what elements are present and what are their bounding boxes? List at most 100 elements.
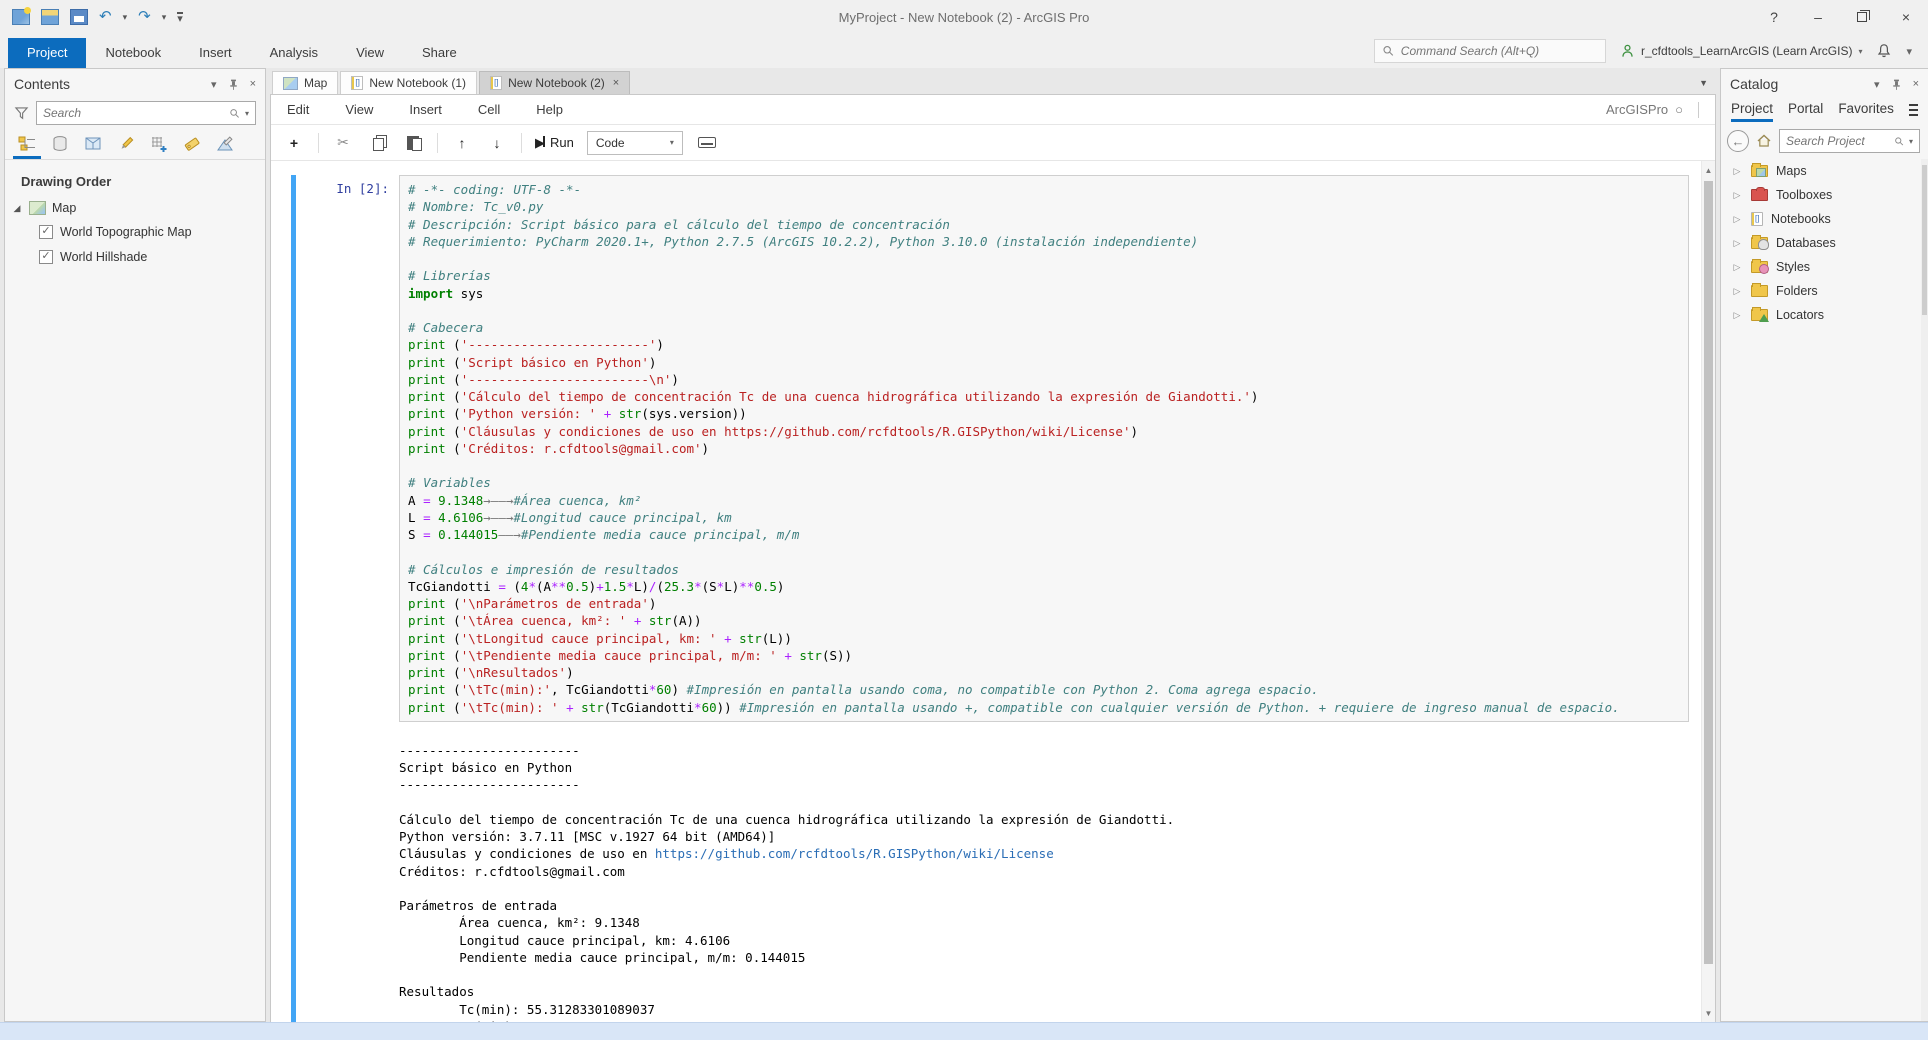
expander-collapsed-icon[interactable]: ▷ xyxy=(1731,310,1743,321)
move-cell-down-icon[interactable]: ↓ xyxy=(486,131,508,155)
document-tab-new-notebook-2-[interactable]: New Notebook (2) × xyxy=(479,71,631,94)
list-by-labeling-icon[interactable] xyxy=(178,134,206,159)
expander-collapsed-icon[interactable]: ▷ xyxy=(1731,190,1743,201)
notebook-menu-view[interactable]: View xyxy=(345,102,373,117)
catalog-item-databases[interactable]: ▷ Databases xyxy=(1721,231,1928,255)
search-options-caret-icon[interactable]: ▾ xyxy=(1909,137,1913,146)
catalog-scrollbar[interactable] xyxy=(1921,159,1928,1021)
catalog-search-input[interactable] xyxy=(1786,134,1889,148)
undo-menu-caret-icon[interactable]: ▾ xyxy=(123,12,128,23)
catalog-item-maps[interactable]: ▷ Maps xyxy=(1721,159,1928,183)
list-by-data-source-icon[interactable] xyxy=(46,134,74,159)
list-by-snapping-icon[interactable] xyxy=(145,134,173,159)
notebook-menu-cell[interactable]: Cell xyxy=(478,102,500,117)
notebook-scrollbar[interactable]: ▲ ▼ xyxy=(1701,161,1715,1022)
cell-code-editor[interactable]: # -*- coding: UTF-8 -*- # Nombre: Tc_v0.p… xyxy=(399,175,1689,722)
open-project-icon[interactable] xyxy=(41,9,59,25)
notebook-body[interactable]: In [2]: # -*- coding: UTF-8 -*- # Nombre:… xyxy=(271,161,1715,1022)
catalog-item-locators[interactable]: ▷ Locators xyxy=(1721,303,1928,327)
move-cell-up-icon[interactable]: ↑ xyxy=(451,131,473,155)
notebook-menu-insert[interactable]: Insert xyxy=(409,102,442,117)
pin-icon[interactable] xyxy=(1890,78,1903,91)
add-cell-button[interactable]: + xyxy=(283,131,305,155)
account-menu[interactable]: r_cfdtools_LearnArcGIS (Learn ArcGIS) ▾ xyxy=(1620,43,1862,59)
list-by-selection-icon[interactable] xyxy=(79,134,107,159)
expander-collapsed-icon[interactable]: ▷ xyxy=(1731,166,1743,177)
notebook-menu-help[interactable]: Help xyxy=(536,102,563,117)
command-search[interactable] xyxy=(1374,39,1607,63)
output-link[interactable]: https://github.com/rcfdtools/R.GISPython… xyxy=(655,846,1054,861)
save-project-icon[interactable] xyxy=(70,9,88,25)
command-search-input[interactable] xyxy=(1400,44,1599,58)
contents-search-box[interactable]: ▾ xyxy=(36,101,256,125)
catalog-menu-icon[interactable] xyxy=(1908,103,1918,120)
scroll-up-icon[interactable]: ▲ xyxy=(1702,166,1715,175)
maximize-button[interactable] xyxy=(1840,2,1884,32)
search-options-caret-icon[interactable]: ▾ xyxy=(245,109,249,118)
ribbon: ProjectNotebookInsertAnalysisViewShare r… xyxy=(0,34,1928,68)
expander-collapsed-icon[interactable]: ▷ xyxy=(1731,262,1743,273)
scroll-down-icon[interactable]: ▼ xyxy=(1702,1009,1715,1018)
expander-collapsed-icon[interactable]: ▷ xyxy=(1731,214,1743,225)
close-panel-icon[interactable]: × xyxy=(250,78,256,90)
document-tab-map[interactable]: Map xyxy=(272,71,339,94)
catalog-search-box[interactable]: ▾ xyxy=(1779,129,1920,153)
document-tab-new-notebook-1-[interactable]: New Notebook (1) xyxy=(340,71,478,94)
copy-cell-icon[interactable] xyxy=(367,131,389,155)
close-tab-icon[interactable]: × xyxy=(613,77,619,89)
catalog-item-folders[interactable]: ▷ Folders xyxy=(1721,279,1928,303)
catalog-tab-project[interactable]: Project xyxy=(1731,101,1774,122)
expander-expanded-icon[interactable]: ◢ xyxy=(11,203,23,214)
notebook-menu-edit[interactable]: Edit xyxy=(287,102,309,117)
run-cell-button[interactable]: ▶ Run xyxy=(535,135,574,151)
back-button[interactable]: ← xyxy=(1727,130,1749,152)
code-line: print ('------------------------\n') xyxy=(408,371,679,387)
new-project-icon[interactable] xyxy=(12,7,31,25)
home-icon[interactable] xyxy=(1755,132,1773,150)
scrollbar-thumb[interactable] xyxy=(1704,181,1713,964)
close-button[interactable]: × xyxy=(1884,2,1928,32)
scrollbar-thumb[interactable] xyxy=(1922,165,1927,315)
keyboard-shortcuts-icon[interactable] xyxy=(696,131,718,155)
catalog-tab-portal[interactable]: Portal xyxy=(1788,101,1823,122)
expander-collapsed-icon[interactable]: ▷ xyxy=(1731,238,1743,249)
minimize-button[interactable]: – xyxy=(1796,2,1840,32)
list-by-drawing-order-icon[interactable] xyxy=(13,134,41,159)
ribbon-tab-view[interactable]: View xyxy=(337,38,403,68)
catalog-item-notebooks[interactable]: ▷ Notebooks xyxy=(1721,207,1928,231)
filter-funnel-icon[interactable] xyxy=(14,106,29,121)
catalog-item-styles[interactable]: ▷ Styles xyxy=(1721,255,1928,279)
contents-search-input[interactable] xyxy=(43,106,224,120)
layer-checkbox[interactable]: ✓ xyxy=(39,249,53,264)
layer-item[interactable]: ✓ World Topographic Map xyxy=(5,219,265,244)
panel-menu-caret-icon[interactable]: ▾ xyxy=(211,78,217,91)
ribbon-tab-insert[interactable]: Insert xyxy=(180,38,251,68)
redo-icon[interactable]: ↷ xyxy=(138,9,151,25)
tab-list-caret-icon[interactable]: ▼ xyxy=(1699,78,1708,88)
code-cell[interactable]: In [2]: # -*- coding: UTF-8 -*- # Nombre:… xyxy=(291,175,1689,1022)
cut-cell-icon[interactable]: ✂ xyxy=(332,131,354,155)
customize-quick-access-icon[interactable]: ▾ xyxy=(177,11,183,24)
ribbon-tab-analysis[interactable]: Analysis xyxy=(251,38,337,68)
cell-type-select[interactable]: Code ▾ xyxy=(586,130,683,155)
pin-icon[interactable] xyxy=(227,78,240,91)
layer-item[interactable]: ✓ World Hillshade xyxy=(5,244,265,269)
list-by-charts-icon[interactable] xyxy=(211,134,239,159)
list-by-editing-icon[interactable] xyxy=(112,134,140,159)
ribbon-tab-project[interactable]: Project xyxy=(8,38,87,68)
undo-icon[interactable]: ↶ xyxy=(99,9,112,25)
close-panel-icon[interactable]: × xyxy=(1913,78,1919,90)
ribbon-tab-notebook[interactable]: Notebook xyxy=(86,38,180,68)
paste-cell-icon[interactable] xyxy=(402,131,424,155)
catalog-item-toolboxes[interactable]: ▷ Toolboxes xyxy=(1721,183,1928,207)
ribbon-tab-share[interactable]: Share xyxy=(403,38,476,68)
map-tree-item[interactable]: ◢ Map xyxy=(5,197,265,219)
layer-checkbox[interactable]: ✓ xyxy=(39,224,53,239)
ribbon-collapse-icon[interactable]: ▾ xyxy=(1906,45,1912,58)
notifications-bell-icon[interactable] xyxy=(1876,43,1892,59)
panel-menu-caret-icon[interactable]: ▾ xyxy=(1874,78,1880,91)
redo-menu-caret-icon[interactable]: ▾ xyxy=(162,12,167,23)
expander-collapsed-icon[interactable]: ▷ xyxy=(1731,286,1743,297)
help-button[interactable]: ? xyxy=(1752,2,1796,32)
catalog-tab-favorites[interactable]: Favorites xyxy=(1838,101,1894,122)
